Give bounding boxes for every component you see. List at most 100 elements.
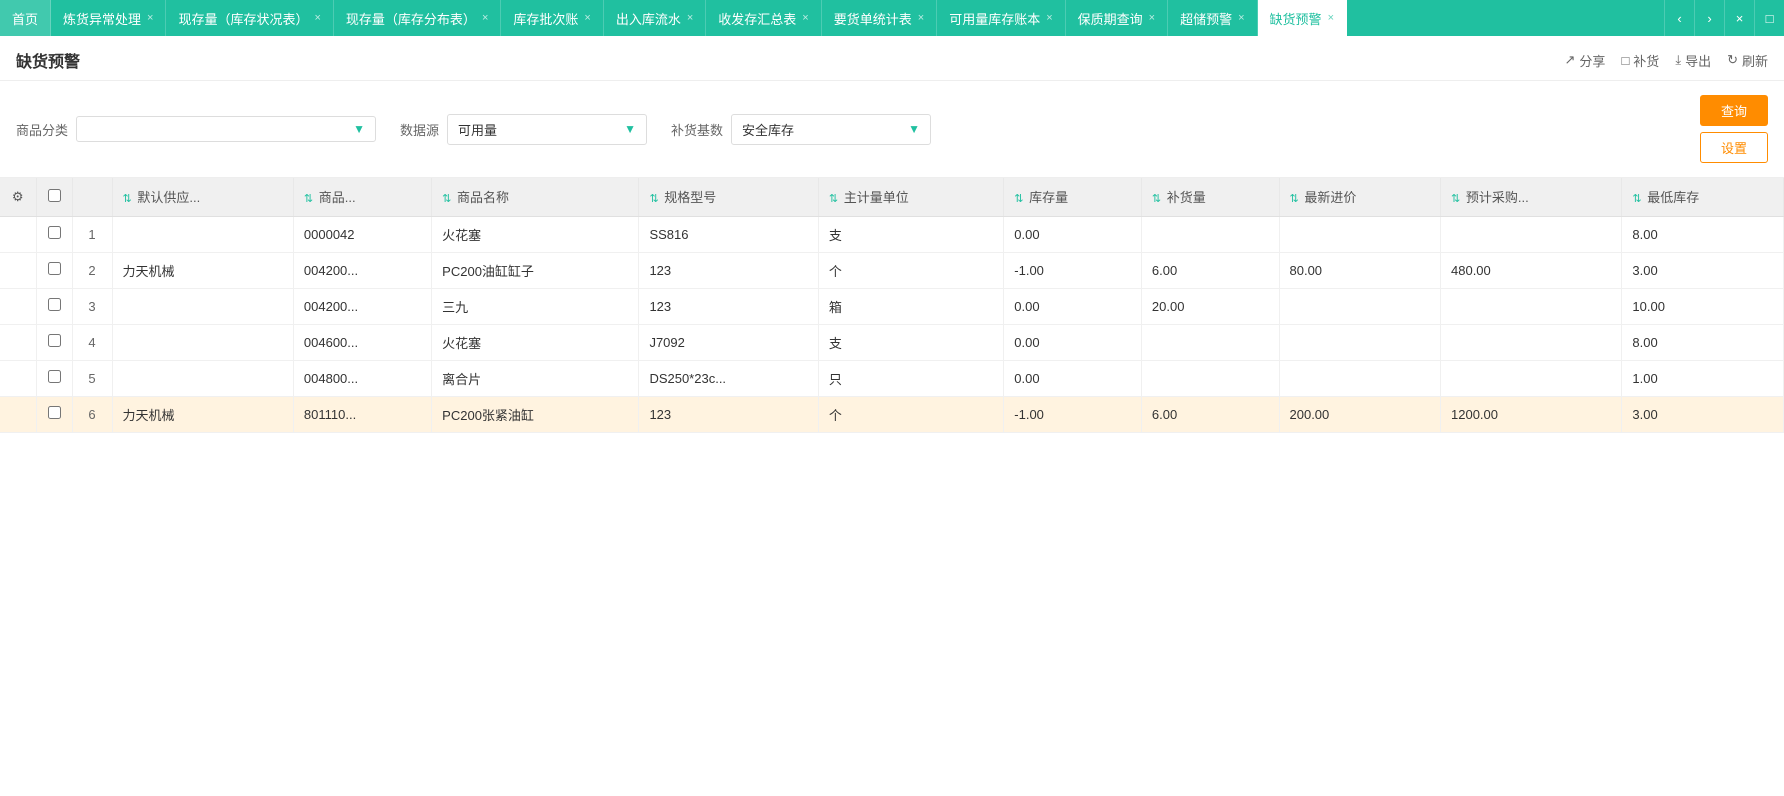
column-replenish-qty[interactable]: ⇅ 补货量 — [1141, 178, 1279, 216]
nav-tab-inout-flow[interactable]: 出入库流水 × — [604, 0, 706, 36]
nav-close-button[interactable]: × — [1724, 0, 1754, 36]
column-stock-qty[interactable]: ⇅ 库存量 — [1004, 178, 1142, 216]
row-checkbox[interactable] — [48, 370, 61, 383]
select-all-checkbox[interactable] — [48, 189, 61, 202]
nav-tab-receive-summary[interactable]: 收发存汇总表 × — [706, 0, 821, 36]
nav-tab-close-icon[interactable]: × — [918, 12, 924, 24]
row-checkbox-cell[interactable] — [36, 360, 72, 396]
row-product-code: 801110... — [293, 396, 431, 432]
row-checkbox-cell[interactable] — [36, 216, 72, 252]
row-settings-cell[interactable] — [0, 288, 36, 324]
row-min-stock: 8.00 — [1622, 216, 1784, 252]
row-checkbox[interactable] — [48, 262, 61, 275]
nav-tab-label: 缺货预警 — [1270, 9, 1322, 28]
nav-tab-close-icon[interactable]: × — [147, 12, 153, 24]
row-checkbox-cell[interactable] — [36, 324, 72, 360]
column-est-purchase[interactable]: ⇅ 预计采购... — [1441, 178, 1622, 216]
export-button[interactable]: ⤓ 导出 — [1675, 51, 1711, 70]
row-checkbox[interactable] — [48, 226, 61, 239]
share-button[interactable]: ↗ 分享 — [1565, 51, 1606, 70]
nav-tab-batch-account[interactable]: 库存批次账× — [501, 0, 603, 36]
row-index: 6 — [72, 396, 112, 432]
column-spec[interactable]: ⇅ 规格型号 — [639, 178, 818, 216]
nav-tab-close-icon[interactable]: × — [584, 12, 590, 24]
row-settings-cell[interactable] — [0, 360, 36, 396]
sort-icon: ⇅ — [1290, 193, 1299, 205]
nav-tab-close-icon[interactable]: × — [802, 12, 808, 24]
row-settings-cell[interactable] — [0, 252, 36, 288]
column-checkbox[interactable] — [36, 178, 72, 216]
column-unit[interactable]: ⇅ 主计量单位 — [818, 178, 1003, 216]
nav-tab-home[interactable]: 首页 — [0, 0, 51, 36]
refresh-button[interactable]: ↻ 刷新 — [1727, 51, 1768, 70]
category-select[interactable]: ▼ — [76, 116, 376, 142]
sort-icon: ⇅ — [304, 193, 313, 205]
nav-tab-shortage[interactable]: 缺货预警 × — [1258, 0, 1347, 36]
replenish-base-select[interactable]: 安全库存 ▼ — [731, 114, 931, 145]
column-product-name[interactable]: ⇅ 商品名称 — [432, 178, 639, 216]
column-index — [72, 178, 112, 216]
row-checkbox[interactable] — [48, 334, 61, 347]
row-settings-cell[interactable] — [0, 324, 36, 360]
nav-tab-close-icon[interactable]: × — [1238, 12, 1244, 24]
column-min-stock[interactable]: ⇅ 最低库存 — [1622, 178, 1784, 216]
row-checkbox-cell[interactable] — [36, 396, 72, 432]
nav-tab-close-icon[interactable]: × — [482, 12, 488, 24]
column-default-supplier[interactable]: ⇅ 默认供应... — [112, 178, 293, 216]
query-button[interactable]: 查询 — [1700, 95, 1768, 126]
row-product-code: 004800... — [293, 360, 431, 396]
replenish-button[interactable]: □ 补货 — [1621, 51, 1659, 70]
row-unit: 个 — [818, 252, 1003, 288]
row-latest-price — [1279, 216, 1441, 252]
row-replenish-qty: 6.00 — [1141, 252, 1279, 288]
nav-tab-order-stats[interactable]: 要货单统计表× — [822, 0, 937, 36]
filter-area: 商品分类 ▼ 数据源 可用量 ▼ 补货基数 安全库存 ▼ 查询 设置 — [0, 81, 1784, 178]
row-checkbox-cell[interactable] — [36, 252, 72, 288]
nav-controls: ‹ › × □ — [1664, 0, 1784, 36]
row-settings-cell[interactable] — [0, 396, 36, 432]
row-checkbox[interactable] — [48, 298, 61, 311]
datasource-select[interactable]: 可用量 ▼ — [447, 114, 647, 145]
nav-next-button[interactable]: › — [1694, 0, 1724, 36]
column-latest-price[interactable]: ⇅ 最新进价 — [1279, 178, 1441, 216]
row-settings-cell[interactable] — [0, 216, 36, 252]
table-row: 5004800...离合片DS250*23c...只0.001.00 — [0, 360, 1784, 396]
action-buttons: 查询 设置 — [1700, 95, 1768, 163]
row-replenish-qty: 20.00 — [1141, 288, 1279, 324]
row-checkbox[interactable] — [48, 406, 61, 419]
sort-icon: ⇅ — [649, 193, 658, 205]
row-replenish-qty: 6.00 — [1141, 396, 1279, 432]
nav-tab-label: 收发存汇总表 — [718, 9, 796, 28]
column-product-code[interactable]: ⇅ 商品... — [293, 178, 431, 216]
nav-tab-label: 出入库流水 — [616, 9, 681, 28]
row-spec: 123 — [639, 288, 818, 324]
row-latest-price: 80.00 — [1279, 252, 1441, 288]
table-row: 10000042火花塞SS816支0.008.00 — [0, 216, 1784, 252]
nav-tab-expiry-query[interactable]: 保质期查询× — [1066, 0, 1168, 36]
page-title: 缺货预警 — [16, 48, 1565, 72]
nav-tab-close-icon[interactable]: × — [1046, 12, 1052, 24]
nav-tab-abnormal[interactable]: 炼货异常处理× — [51, 0, 166, 36]
top-nav: 首页炼货异常处理×现存量（库存状况表）×现存量（库存分布表）×库存批次账×出入库… — [0, 0, 1784, 36]
column-settings[interactable]: ⚙ — [0, 178, 36, 216]
row-min-stock: 3.00 — [1622, 252, 1784, 288]
row-default-supplier — [112, 288, 293, 324]
header-actions: ↗ 分享 □ 补货 ⤓ 导出 ↻ 刷新 — [1565, 51, 1768, 70]
nav-tab-label: 首页 — [12, 9, 38, 28]
row-est-purchase: 1200.00 — [1441, 396, 1622, 432]
nav-tab-stock-status[interactable]: 现存量（库存状况表）× — [166, 0, 333, 36]
nav-tab-overstock[interactable]: 超储预警× — [1168, 0, 1257, 36]
nav-tab-available-ledger[interactable]: 可用量库存账本× — [937, 0, 1065, 36]
gear-icon[interactable]: ⚙ — [12, 189, 24, 204]
nav-maximize-button[interactable]: □ — [1754, 0, 1784, 36]
nav-tab-stock-dist[interactable]: 现存量（库存分布表）× — [334, 0, 501, 36]
settings-button[interactable]: 设置 — [1700, 132, 1768, 163]
nav-tab-close-icon[interactable]: × — [314, 12, 320, 24]
nav-tab-close-icon[interactable]: × — [1149, 12, 1155, 24]
nav-prev-button[interactable]: ‹ — [1664, 0, 1694, 36]
nav-tab-close-icon[interactable]: × — [1328, 12, 1334, 24]
table-row: 3004200...三九123箱0.0020.0010.00 — [0, 288, 1784, 324]
replenish-icon: □ — [1621, 53, 1629, 68]
row-checkbox-cell[interactable] — [36, 288, 72, 324]
nav-tab-close-icon[interactable]: × — [687, 12, 693, 24]
